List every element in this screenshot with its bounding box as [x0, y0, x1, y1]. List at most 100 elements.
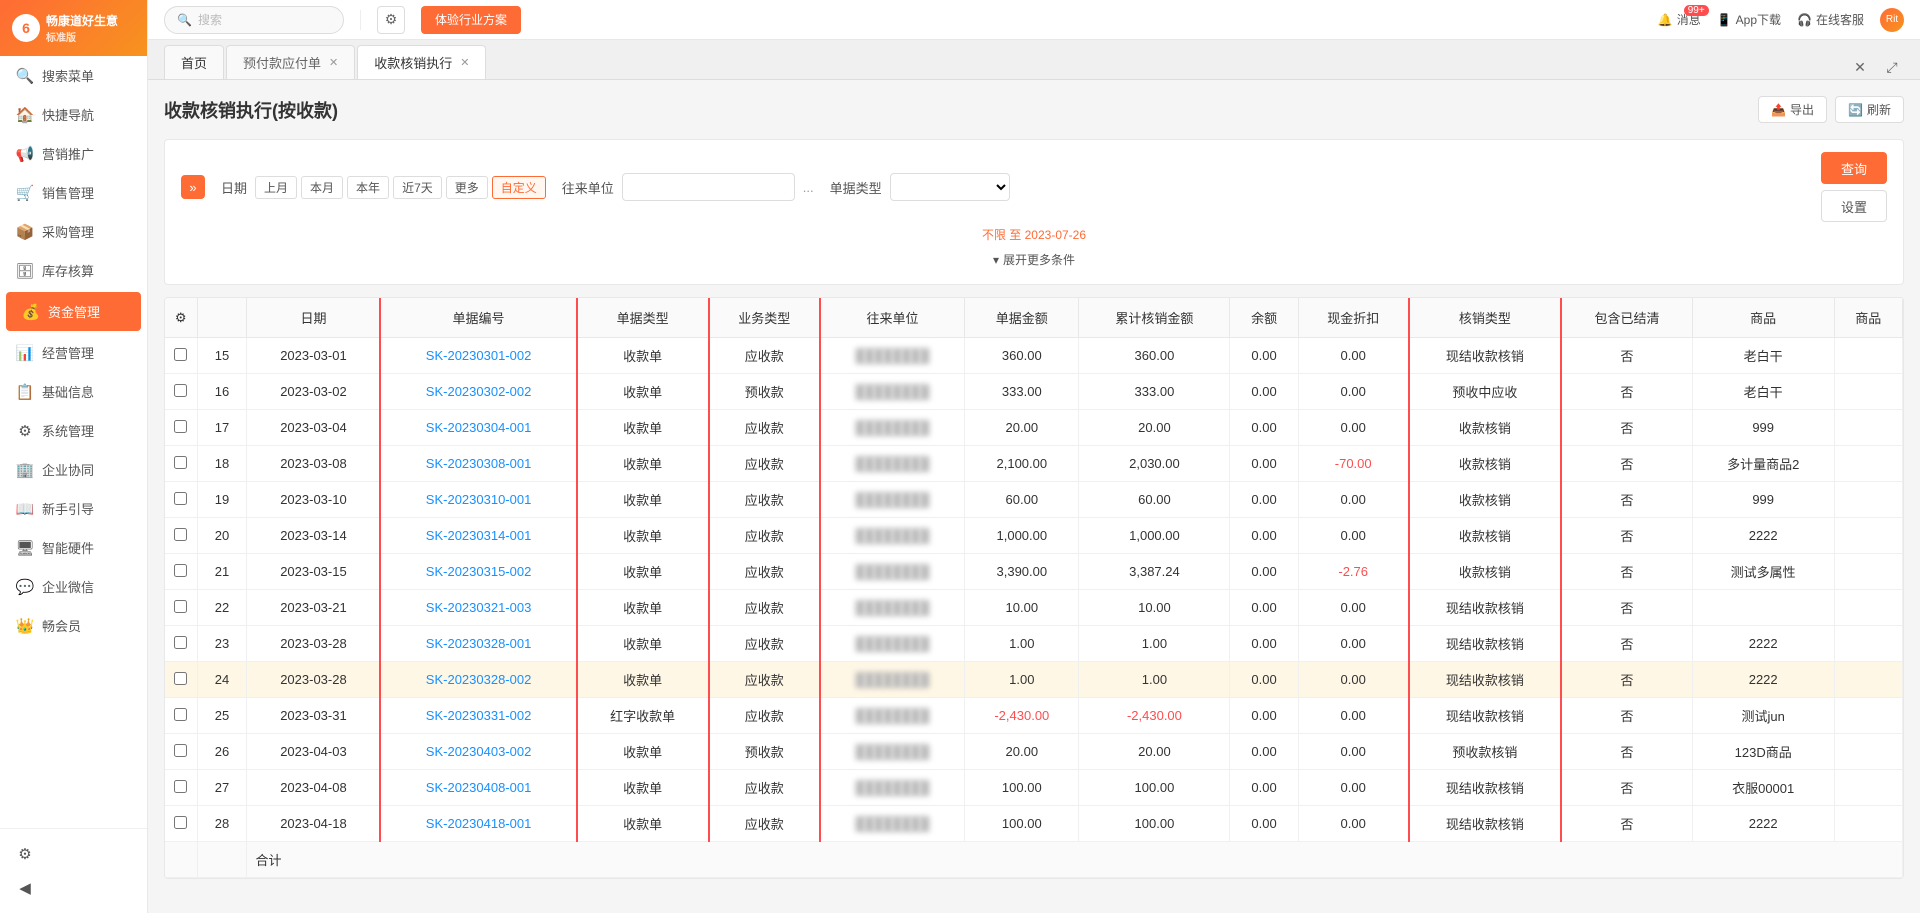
collapse-icon: ◀ — [16, 879, 34, 897]
tab-prepayment[interactable]: 预付款应付单 ✕ — [226, 45, 355, 79]
cell-doc-no[interactable]: SK-20230301-002 — [380, 338, 576, 374]
cell-no: 17 — [197, 410, 247, 446]
col-header-settings[interactable]: ⚙ — [165, 298, 197, 338]
tab-verify[interactable]: 收款核销执行 ✕ — [357, 45, 486, 79]
cell-doc-no[interactable]: SK-20230304-001 — [380, 410, 576, 446]
cell-date: 2023-03-31 — [247, 698, 380, 734]
date-last-month[interactable]: 上月 — [255, 176, 297, 199]
cell-cumulative: 1.00 — [1079, 662, 1230, 698]
doctype-select[interactable] — [890, 173, 1010, 201]
cell-balance: 0.00 — [1230, 734, 1298, 770]
cell-checkbox[interactable] — [165, 518, 197, 554]
column-settings-icon[interactable]: ⚙ — [175, 310, 187, 325]
sidebar-item-purchase[interactable]: 📦 采购管理 — [0, 212, 147, 251]
cell-checkbox[interactable] — [165, 590, 197, 626]
filter-settings-button[interactable]: 设置 — [1821, 190, 1887, 222]
sidebar-item-finance[interactable]: 💰 资金管理 — [6, 292, 141, 331]
tab-prepayment-close[interactable]: ✕ — [329, 56, 338, 69]
refresh-button[interactable]: 🔄 刷新 — [1835, 96, 1904, 123]
sidebar-item-hardware[interactable]: 🖥 智能硬件 — [0, 528, 147, 567]
cell-doc-no[interactable]: SK-20230408-001 — [380, 770, 576, 806]
cell-doc-no[interactable]: SK-20230328-001 — [380, 626, 576, 662]
cell-checkbox[interactable] — [165, 338, 197, 374]
expand-conditions-btn[interactable]: ▾ 展开更多条件 — [993, 247, 1075, 272]
sidebar-item-collapse[interactable]: ◀ — [0, 871, 147, 905]
cell-cumulative: 1.00 — [1079, 626, 1230, 662]
settings-button[interactable]: ⚙ — [377, 6, 405, 34]
sidebar-item-quick-nav[interactable]: 🏠 快捷导航 — [0, 95, 147, 134]
sidebar-item-enterprise[interactable]: 🏢 企业协同 — [0, 450, 147, 489]
sidebar-item-marketing[interactable]: 📢 营销推广 — [0, 134, 147, 173]
cell-biz-type: 应收款 — [709, 482, 820, 518]
sidebar-item-inventory[interactable]: 🗄 库存核算 — [0, 251, 147, 290]
sidebar: 6 畅康道好生意 标准版 🔍 搜索菜单 🏠 快捷导航 📢 营销推广 🛒 销售管理… — [0, 0, 148, 913]
cell-doc-no[interactable]: SK-20230314-001 — [380, 518, 576, 554]
cell-doc-no[interactable]: SK-20230418-001 — [380, 806, 576, 842]
sidebar-item-system[interactable]: ⚙ 系统管理 — [0, 411, 147, 450]
cell-balance: 0.00 — [1230, 374, 1298, 410]
sidebar-item-vip[interactable]: 👑 畅会员 — [0, 606, 147, 645]
date-this-month[interactable]: 本月 — [301, 176, 343, 199]
app-download-btn[interactable]: 📱 App下载 — [1717, 11, 1781, 28]
notification-btn[interactable]: 🔔 消息 99+ — [1658, 11, 1701, 28]
date-last-7days[interactable]: 近7天 — [393, 176, 442, 199]
partner-dots[interactable]: ... — [803, 180, 814, 195]
cell-checkbox[interactable] — [165, 554, 197, 590]
tab-close-btn[interactable]: ✕ — [1848, 55, 1872, 79]
tab-expand-btn[interactable]: ⤢ — [1880, 55, 1904, 79]
cell-doc-no[interactable]: SK-20230302-002 — [380, 374, 576, 410]
tab-verify-close[interactable]: ✕ — [460, 56, 469, 69]
cell-goods2 — [1834, 518, 1902, 554]
cell-doc-type: 收款单 — [577, 518, 709, 554]
cell-cumulative: 20.00 — [1079, 734, 1230, 770]
cell-doc-no[interactable]: SK-20230315-002 — [380, 554, 576, 590]
cell-checkbox[interactable] — [165, 662, 197, 698]
cell-checkbox[interactable] — [165, 806, 197, 842]
cell-goods2 — [1834, 482, 1902, 518]
cell-doc-no[interactable]: SK-20230403-002 — [380, 734, 576, 770]
cell-partner: ████████ — [820, 446, 965, 482]
partner-input[interactable] — [622, 173, 795, 201]
tab-home[interactable]: 首页 — [164, 45, 224, 79]
cell-checkbox[interactable] — [165, 734, 197, 770]
cell-cumulative: 1,000.00 — [1079, 518, 1230, 554]
cell-verify-type: 收款核销 — [1409, 518, 1562, 554]
query-button[interactable]: 查询 — [1821, 152, 1887, 184]
cell-doc-no[interactable]: SK-20230321-003 — [380, 590, 576, 626]
cell-cash-discount: 0.00 — [1298, 734, 1408, 770]
date-this-year[interactable]: 本年 — [347, 176, 389, 199]
footer-label: 合计 — [247, 842, 1903, 878]
sidebar-item-settings-bottom[interactable]: ⚙ — [0, 837, 147, 871]
cell-checkbox[interactable] — [165, 698, 197, 734]
date-custom[interactable]: 自定义 — [492, 176, 546, 199]
solution-btn[interactable]: 体验行业方案 — [421, 6, 521, 34]
page-title-actions: 📤 导出 🔄 刷新 — [1758, 96, 1904, 123]
sidebar-label-hardware: 智能硬件 — [42, 538, 94, 557]
cell-checkbox[interactable] — [165, 482, 197, 518]
date-more[interactable]: 更多 — [446, 176, 488, 199]
cell-no: 24 — [197, 662, 247, 698]
cell-biz-type: 应收款 — [709, 698, 820, 734]
cell-doc-no[interactable]: SK-20230308-001 — [380, 446, 576, 482]
sidebar-item-basics[interactable]: 📋 基础信息 — [0, 372, 147, 411]
col-header-cash-discount: 现金折扣 — [1298, 298, 1408, 338]
cell-doc-no[interactable]: SK-20230331-002 — [380, 698, 576, 734]
sidebar-item-guide[interactable]: 📖 新手引导 — [0, 489, 147, 528]
sidebar-item-search[interactable]: 🔍 搜索菜单 — [0, 56, 147, 95]
cell-checkbox[interactable] — [165, 446, 197, 482]
cell-doc-no[interactable]: SK-20230310-001 — [380, 482, 576, 518]
cell-checkbox[interactable] — [165, 626, 197, 662]
cell-doc-no[interactable]: SK-20230328-002 — [380, 662, 576, 698]
cell-checkbox[interactable] — [165, 410, 197, 446]
cell-checkbox[interactable] — [165, 374, 197, 410]
user-menu[interactable]: Rit — [1880, 8, 1904, 32]
export-button[interactable]: 📤 导出 — [1758, 96, 1827, 123]
cell-checkbox[interactable] — [165, 770, 197, 806]
sidebar-item-wechat[interactable]: 💬 企业微信 — [0, 567, 147, 606]
filter-toggle[interactable]: » — [181, 175, 205, 199]
sidebar-item-sales[interactable]: 🛒 销售管理 — [0, 173, 147, 212]
online-service-btn[interactable]: 🎧 在线客服 — [1797, 11, 1864, 28]
search-box[interactable]: 🔍 搜索 — [164, 6, 344, 34]
sidebar-item-operations[interactable]: 📊 经营管理 — [0, 333, 147, 372]
cell-goods2 — [1834, 410, 1902, 446]
